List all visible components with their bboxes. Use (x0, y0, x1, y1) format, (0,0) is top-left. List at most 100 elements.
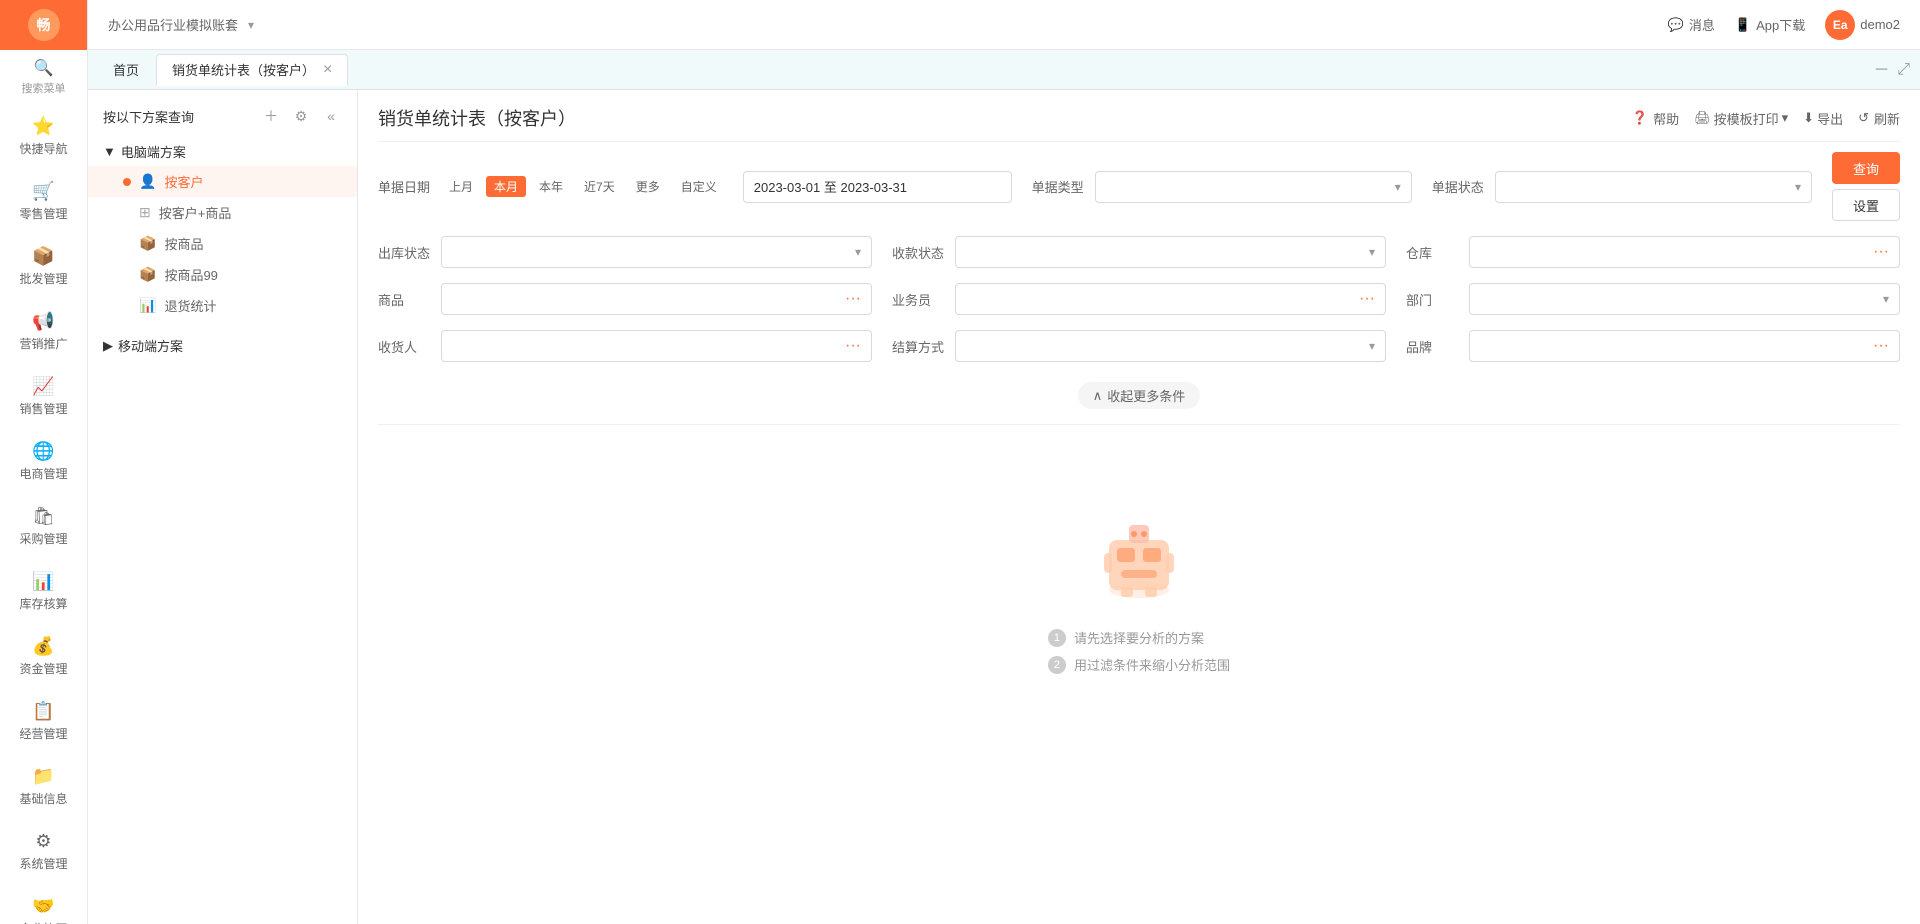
department-label: 部门 (1406, 290, 1461, 309)
help-icon: ❓ (1632, 110, 1648, 126)
payment-status-input[interactable]: ▾ (955, 236, 1386, 268)
filter-area: 单据日期 上月 本月 本年 近7天 更多 自定义 (358, 142, 1920, 424)
logo-area: 畅 (0, 0, 87, 50)
inventory-check-icon: 📊 (32, 571, 54, 592)
date-tab-this-month[interactable]: 本月 (486, 176, 526, 197)
department-input[interactable]: ▾ (1469, 283, 1900, 315)
sidebar-item-inventory-check[interactable]: 📊 库存核算 (0, 559, 87, 624)
date-tab-this-year[interactable]: 本年 (531, 176, 571, 197)
scheme-add-btn[interactable]: ＋ (260, 105, 282, 127)
filter-stock-out: 出库状态 ▾ (378, 236, 872, 268)
collapse-button[interactable]: ∧ 收起更多条件 (1078, 382, 1201, 409)
sidebar-item-basic-info[interactable]: 📁 基础信息 (0, 754, 87, 819)
date-tab-last-month[interactable]: 上月 (441, 176, 481, 197)
collapse-arrow-up: ∧ (1093, 388, 1103, 404)
stock-out-arrow: ▾ (855, 245, 861, 259)
brand-input[interactable]: ··· (1469, 330, 1900, 362)
product-input[interactable]: ··· (441, 283, 872, 315)
scheme-settings-btn[interactable]: ⚙ (290, 105, 312, 127)
date-tab-more[interactable]: 更多 (628, 176, 668, 197)
product-label: 商品 (378, 290, 433, 309)
basic-info-icon: 📁 (32, 766, 54, 787)
filter-salesperson: 业务员 ··· (892, 283, 1386, 315)
scheme-item-refund-stats[interactable]: 📊 退货统计 (88, 290, 357, 321)
scheme-item-icon-box2: 📦 (139, 266, 156, 283)
scheme-item-by-product[interactable]: 📦 按商品 (88, 228, 357, 259)
filter-row-1: 单据日期 上月 本月 本年 近7天 更多 自定义 (378, 152, 1900, 221)
doc-type-input[interactable]: ▾ (1095, 171, 1412, 203)
user-profile[interactable]: Ea demo2 (1825, 10, 1900, 40)
sidebar-item-operations-mgmt[interactable]: 📋 经营管理 (0, 689, 87, 754)
header-dropdown-arrow[interactable]: ▾ (248, 18, 254, 32)
page-title: 销货单统计表（按客户） (378, 105, 576, 131)
date-tab-custom[interactable]: 自定义 (673, 176, 725, 197)
scheme-item-by-customer[interactable]: 👤 按客户 (88, 166, 357, 197)
mobile-section-header[interactable]: ▶ 移动端方案 (88, 331, 357, 360)
tab-close-btn[interactable]: × (323, 62, 332, 78)
sidebar-item-system-mgmt[interactable]: ⚙ 系统管理 (0, 819, 87, 884)
tab-sales-stats[interactable]: 销货单统计表（按客户） × (156, 54, 348, 86)
date-range-text: 2023-03-01 至 2023-03-31 (754, 177, 907, 196)
export-icon: ⬇ (1803, 110, 1814, 126)
department-arrow: ▾ (1883, 292, 1889, 306)
tab-minimize-btn[interactable]: ─ (1876, 61, 1887, 79)
doc-type-arrow: ▾ (1395, 180, 1401, 194)
sidebar-item-ecommerce-mgmt[interactable]: 🌐 电商管理 (0, 429, 87, 494)
sidebar-item-search-menu[interactable]: 🔍 搜索菜单 (22, 50, 66, 104)
app-download-btn[interactable]: 📱 App下载 (1735, 15, 1805, 34)
empty-state: 1 请先选择要分析的方案 2 用过滤条件来缩小分析范围 (358, 425, 1920, 762)
mobile-section-collapse-icon: ▶ (103, 338, 113, 354)
sidebar-item-purchase-mgmt[interactable]: 🛍 采购管理 (0, 494, 87, 559)
warehouse-dots[interactable]: ··· (1873, 243, 1889, 261)
doc-status-input[interactable]: ▾ (1495, 171, 1812, 203)
receiver-input[interactable]: ··· (441, 330, 872, 362)
wholesale-mgmt-icon: 📦 (32, 246, 54, 267)
payment-method-arrow: ▾ (1369, 339, 1375, 353)
desktop-section-header[interactable]: ▼ 电脑端方案 (88, 137, 357, 166)
brand-dots[interactable]: ··· (1873, 337, 1889, 355)
sidebar-item-quick-nav[interactable]: ⭐ 快捷导航 (0, 104, 87, 169)
salesperson-dots[interactable]: ··· (1359, 290, 1375, 308)
filter-doc-type: 单据类型 ▾ (1032, 171, 1412, 203)
tab-controls: ─ ⤢ (1876, 61, 1910, 79)
product-dots[interactable]: ··· (845, 290, 861, 308)
salesperson-input[interactable]: ··· (955, 283, 1386, 315)
tab-home[interactable]: 首页 (98, 54, 154, 86)
date-range-input[interactable]: 2023-03-01 至 2023-03-31 (743, 171, 1012, 203)
scheme-item-by-product-99[interactable]: 📦 按商品99 (88, 259, 357, 290)
sidebar-item-wholesale-mgmt[interactable]: 📦 批发管理 (0, 234, 87, 299)
scheme-item-by-customer-product[interactable]: ⊞ 按客户+商品 (88, 197, 357, 228)
message-btn[interactable]: 💬 消息 (1668, 15, 1715, 34)
ecommerce-mgmt-icon: 🌐 (32, 441, 54, 462)
finance-mgmt-icon: 💰 (32, 636, 54, 657)
help-btn[interactable]: ❓ 帮助 (1632, 109, 1679, 128)
header-title: 办公用品行业模拟账套 (108, 15, 238, 34)
sidebar-item-marketing[interactable]: 📢 营销推广 (0, 299, 87, 364)
stock-out-input[interactable]: ▾ (441, 236, 872, 268)
tab-maximize-btn[interactable]: ⤢ (1897, 61, 1910, 79)
sidebar-item-sales-mgmt[interactable]: 📈 销售管理 (0, 364, 87, 429)
payment-status-arrow: ▾ (1369, 245, 1375, 259)
tip-num-2: 2 (1048, 656, 1066, 674)
refresh-btn[interactable]: ↺ 刷新 (1858, 109, 1900, 128)
query-button[interactable]: 查询 (1832, 152, 1900, 184)
sidebar-item-finance-mgmt[interactable]: 💰 资金管理 (0, 624, 87, 689)
content-area: 销货单统计表（按客户） ❓ 帮助 🖨 按模板打印 ▾ ⬇ (358, 90, 1920, 924)
receiver-dots[interactable]: ··· (845, 337, 861, 355)
warehouse-input[interactable]: ··· (1469, 236, 1900, 268)
quick-nav-icon: ⭐ (32, 116, 54, 137)
sidebar-item-enterprise-collab[interactable]: 🤝 企业协同 (0, 884, 87, 924)
empty-tip-1: 1 请先选择要分析的方案 (1048, 628, 1230, 647)
print-btn[interactable]: 🖨 按模板打印 ▾ (1694, 109, 1788, 128)
settings-button[interactable]: 设置 (1832, 189, 1900, 221)
scheme-collapse-btn[interactable]: « (320, 105, 342, 127)
refresh-icon: ↺ (1858, 110, 1869, 126)
sidebar-item-retail-mgmt[interactable]: 🛒 零售管理 (0, 169, 87, 234)
payment-method-input[interactable]: ▾ (955, 330, 1386, 362)
export-btn[interactable]: ⬇ 导出 (1803, 109, 1843, 128)
scheme-header-actions: ＋ ⚙ « (260, 105, 342, 127)
filter-payment-status: 收款状态 ▾ (892, 236, 1386, 268)
date-tab-7days[interactable]: 近7天 (576, 176, 623, 197)
desktop-section: ▼ 电脑端方案 👤 按客户 ⊞ 按客户+商品 (88, 137, 357, 326)
scheme-panel: 按以下方案查询 ＋ ⚙ « ▼ 电脑端方案 (88, 90, 358, 924)
